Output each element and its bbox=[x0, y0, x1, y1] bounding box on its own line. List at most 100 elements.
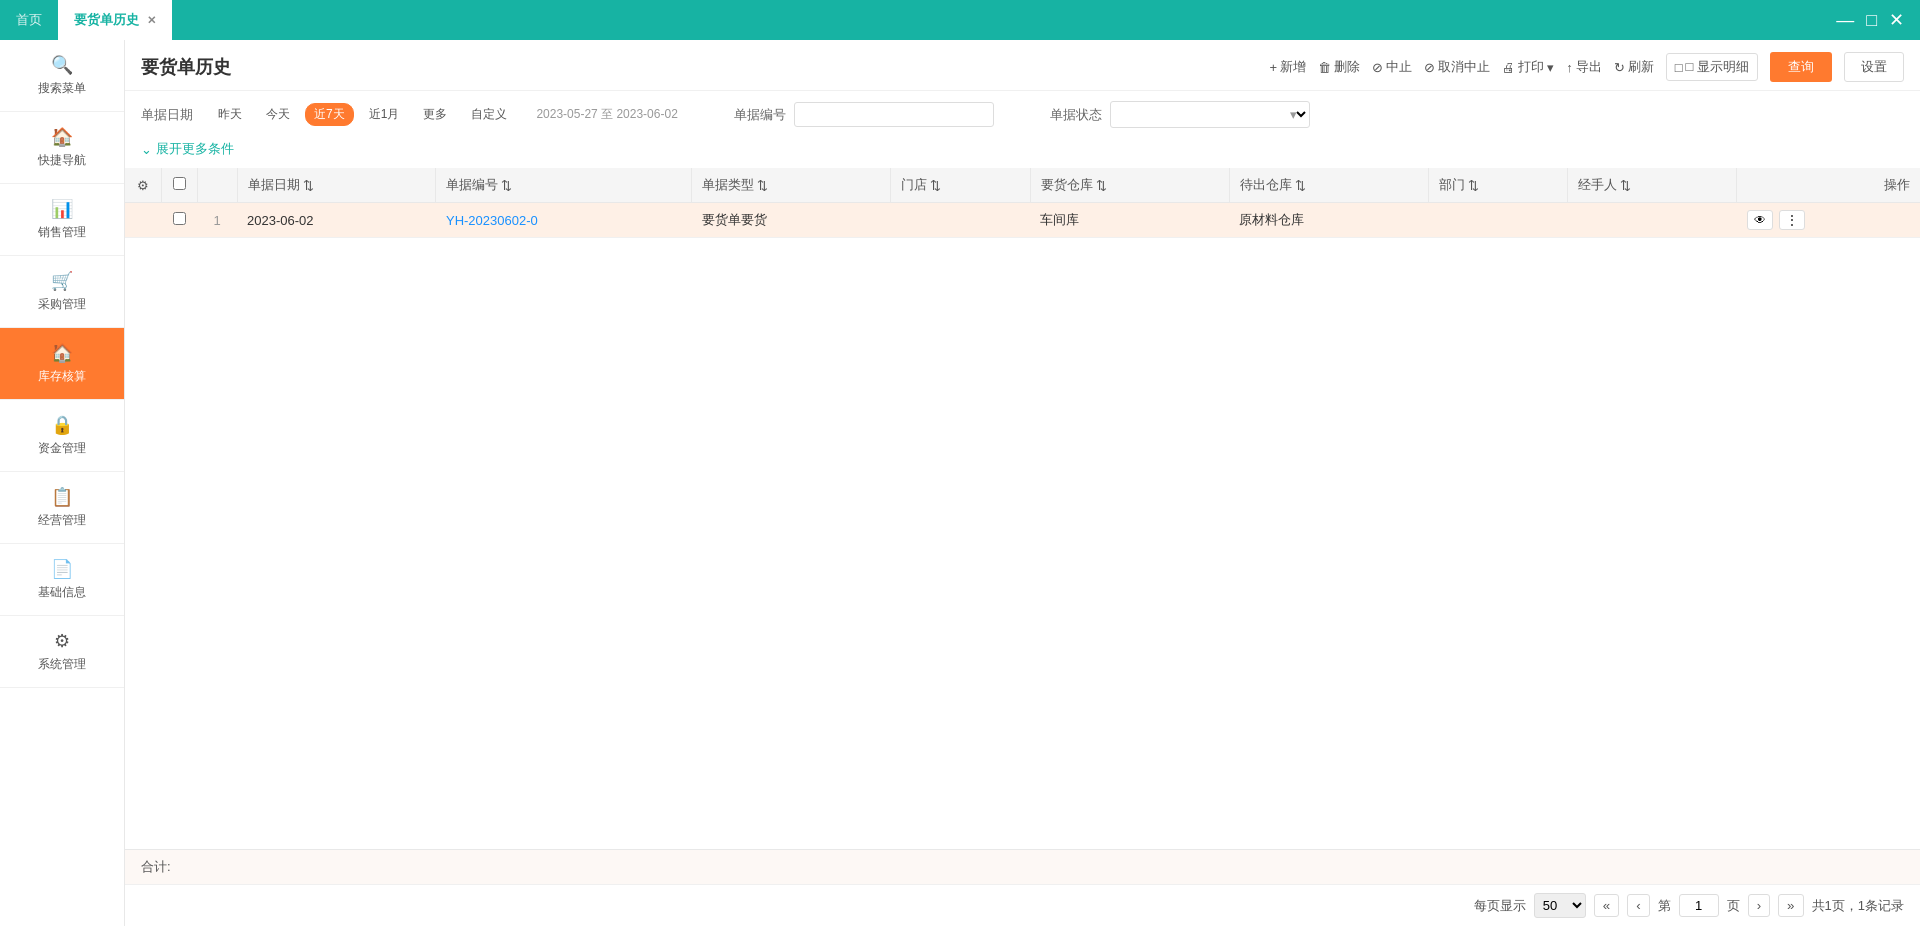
date-btn-more[interactable]: 更多 bbox=[414, 103, 456, 126]
row-doc-type: 要货单要货 bbox=[692, 203, 891, 238]
settings-button[interactable]: 设置 bbox=[1844, 52, 1904, 82]
system-icon: ⚙ bbox=[54, 630, 70, 652]
search-icon: 🔍 bbox=[51, 54, 73, 76]
finance-icon: 🔒 bbox=[51, 414, 73, 436]
doc-no-input[interactable] bbox=[794, 102, 994, 127]
sidebar-item-system-mgmt-label: 系统管理 bbox=[38, 656, 86, 673]
purchase-icon: 🛒 bbox=[51, 270, 73, 292]
total-info: 共1页，1条记录 bbox=[1812, 897, 1904, 915]
sort-icon: ⇅ bbox=[930, 178, 941, 193]
date-filter-label: 单据日期 bbox=[141, 106, 193, 124]
sidebar-item-purchase-mgmt[interactable]: 🛒 采购管理 bbox=[0, 256, 124, 328]
row-doc-no[interactable]: YH-20230602-0 bbox=[436, 203, 692, 238]
export-button[interactable]: ↑ 导出 bbox=[1566, 58, 1602, 76]
sidebar-item-finance-mgmt-label: 资金管理 bbox=[38, 440, 86, 457]
print-icon: 🖨 bbox=[1502, 60, 1515, 75]
per-page-select[interactable]: 50 100 bbox=[1534, 893, 1586, 918]
refresh-button[interactable]: ↻ 刷新 bbox=[1614, 58, 1654, 76]
col-req-warehouse[interactable]: 要货仓库⇅ bbox=[1030, 168, 1229, 203]
col-department[interactable]: 部门⇅ bbox=[1428, 168, 1568, 203]
col-store[interactable]: 门店⇅ bbox=[891, 168, 1031, 203]
page-label: 第 bbox=[1658, 897, 1671, 915]
sidebar-item-search-menu[interactable]: 🔍 搜索菜单 bbox=[0, 40, 124, 112]
close-icon[interactable]: ✕ bbox=[1889, 9, 1904, 31]
sort-icon: ⇅ bbox=[303, 178, 314, 193]
row-doc-date: 2023-06-02 bbox=[237, 203, 436, 238]
query-button[interactable]: 查询 bbox=[1770, 52, 1832, 82]
row-handler bbox=[1568, 203, 1737, 238]
maximize-icon[interactable]: □ bbox=[1866, 10, 1877, 31]
date-btn-today[interactable]: 今天 bbox=[257, 103, 299, 126]
table-row[interactable]: 1 2023-06-02 YH-20230602-0 要货单要货 车间库 原材料… bbox=[125, 203, 1920, 238]
select-all-checkbox[interactable] bbox=[173, 177, 186, 190]
date-buttons: 昨天 今天 近7天 近1月 更多 自定义 bbox=[209, 103, 516, 126]
col-handler[interactable]: 经手人⇅ bbox=[1568, 168, 1737, 203]
sidebar-item-search-menu-label: 搜索菜单 bbox=[38, 80, 86, 97]
sidebar-item-operations-mgmt[interactable]: 📋 经营管理 bbox=[0, 472, 124, 544]
stop-button[interactable]: ⊘ 中止 bbox=[1372, 58, 1412, 76]
sort-icon: ⇅ bbox=[1620, 178, 1631, 193]
row-view-button[interactable]: 👁 bbox=[1747, 210, 1773, 230]
add-button[interactable]: + 新增 bbox=[1270, 58, 1307, 76]
col-doc-date[interactable]: 单据日期⇅ bbox=[237, 168, 436, 203]
tab-home[interactable]: 首页 bbox=[0, 0, 58, 40]
date-btn-last1month[interactable]: 近1月 bbox=[360, 103, 409, 126]
row-settings bbox=[125, 203, 161, 238]
col-checkbox[interactable] bbox=[161, 168, 197, 203]
last-page-button[interactable]: » bbox=[1778, 894, 1803, 917]
sidebar-item-inventory-mgmt[interactable]: 🏠 库存核算 bbox=[0, 328, 124, 400]
status-label: 单据状态 bbox=[1050, 106, 1102, 124]
delete-button[interactable]: 🗑 删除 bbox=[1318, 58, 1360, 76]
date-btn-last7days[interactable]: 近7天 bbox=[305, 103, 354, 126]
next-page-button[interactable]: › bbox=[1748, 894, 1770, 917]
date-range-display: 2023-05-27 至 2023-06-02 bbox=[536, 106, 677, 123]
export-icon: ↑ bbox=[1566, 60, 1573, 75]
sidebar-item-finance-mgmt[interactable]: 🔒 资金管理 bbox=[0, 400, 124, 472]
sidebar-item-sales-mgmt[interactable]: 📊 销售管理 bbox=[0, 184, 124, 256]
tab-close-icon[interactable]: ✕ bbox=[147, 14, 156, 27]
date-btn-custom[interactable]: 自定义 bbox=[462, 103, 516, 126]
table-footer: 合计: bbox=[125, 849, 1920, 884]
tab-home-label: 首页 bbox=[16, 11, 42, 29]
sidebar-item-inventory-mgmt-label: 库存核算 bbox=[38, 368, 86, 385]
row-operations: 👁 ⋮ bbox=[1737, 203, 1920, 238]
row-checkbox[interactable] bbox=[161, 203, 197, 238]
sort-icon: ⇅ bbox=[501, 178, 512, 193]
print-dropdown-icon: ▾ bbox=[1547, 60, 1554, 75]
inventory-icon: 🏠 bbox=[51, 342, 73, 364]
table-container: ⚙ 单据日期⇅ 单据编号⇅ 单据类型⇅ bbox=[125, 168, 1920, 849]
row-more-button[interactable]: ⋮ bbox=[1779, 210, 1805, 230]
window-controls: — □ ✕ bbox=[1820, 9, 1920, 31]
col-settings[interactable]: ⚙ bbox=[125, 168, 161, 203]
expand-more-button[interactable]: ⌄ 展开更多条件 bbox=[141, 140, 234, 158]
row-num: 1 bbox=[197, 203, 237, 238]
first-page-button[interactable]: « bbox=[1594, 894, 1619, 917]
display-detail-button[interactable]: □ □ 显示明细 bbox=[1666, 53, 1758, 81]
main-layout: 🔍 搜索菜单 🏠 快捷导航 📊 销售管理 🛒 采购管理 🏠 库存核算 🔒 资金管… bbox=[0, 40, 1920, 926]
date-btn-yesterday[interactable]: 昨天 bbox=[209, 103, 251, 126]
sidebar-item-system-mgmt[interactable]: ⚙ 系统管理 bbox=[0, 616, 124, 688]
sidebar-item-quick-nav[interactable]: 🏠 快捷导航 bbox=[0, 112, 124, 184]
pagination: 每页显示 50 100 « ‹ 第 页 › » 共1页，1条记录 bbox=[125, 884, 1920, 926]
filter-area: 单据日期 昨天 今天 近7天 近1月 更多 自定义 2023-05-27 至 2… bbox=[125, 91, 1920, 168]
col-doc-type[interactable]: 单据类型⇅ bbox=[692, 168, 891, 203]
row-department bbox=[1428, 203, 1568, 238]
content-area: 要货单历史 + 新增 🗑 删除 ⊘ 中止 ⊘ bbox=[125, 40, 1920, 926]
col-pending-warehouse[interactable]: 待出仓库⇅ bbox=[1229, 168, 1428, 203]
checkbox-icon: □ bbox=[1675, 60, 1683, 75]
home-icon: 🏠 bbox=[51, 126, 73, 148]
col-operations: 操作 bbox=[1737, 168, 1920, 203]
status-select[interactable] bbox=[1110, 101, 1310, 128]
col-doc-no[interactable]: 单据编号⇅ bbox=[436, 168, 692, 203]
cancel-stop-button[interactable]: ⊘ 取消中止 bbox=[1424, 58, 1490, 76]
sort-icon: ⇅ bbox=[1468, 178, 1479, 193]
tab-requisition-history[interactable]: 要货单历史 ✕ bbox=[58, 0, 172, 40]
doc-no-label: 单据编号 bbox=[734, 106, 786, 124]
minimize-icon[interactable]: — bbox=[1836, 10, 1854, 31]
prev-page-button[interactable]: ‹ bbox=[1627, 894, 1649, 917]
refresh-icon: ↻ bbox=[1614, 60, 1625, 75]
page-input[interactable] bbox=[1679, 894, 1719, 917]
sidebar-item-basic-info[interactable]: 📄 基础信息 bbox=[0, 544, 124, 616]
expand-icon: ⌄ bbox=[141, 142, 152, 157]
print-button[interactable]: 🖨 打印 ▾ bbox=[1502, 58, 1554, 76]
